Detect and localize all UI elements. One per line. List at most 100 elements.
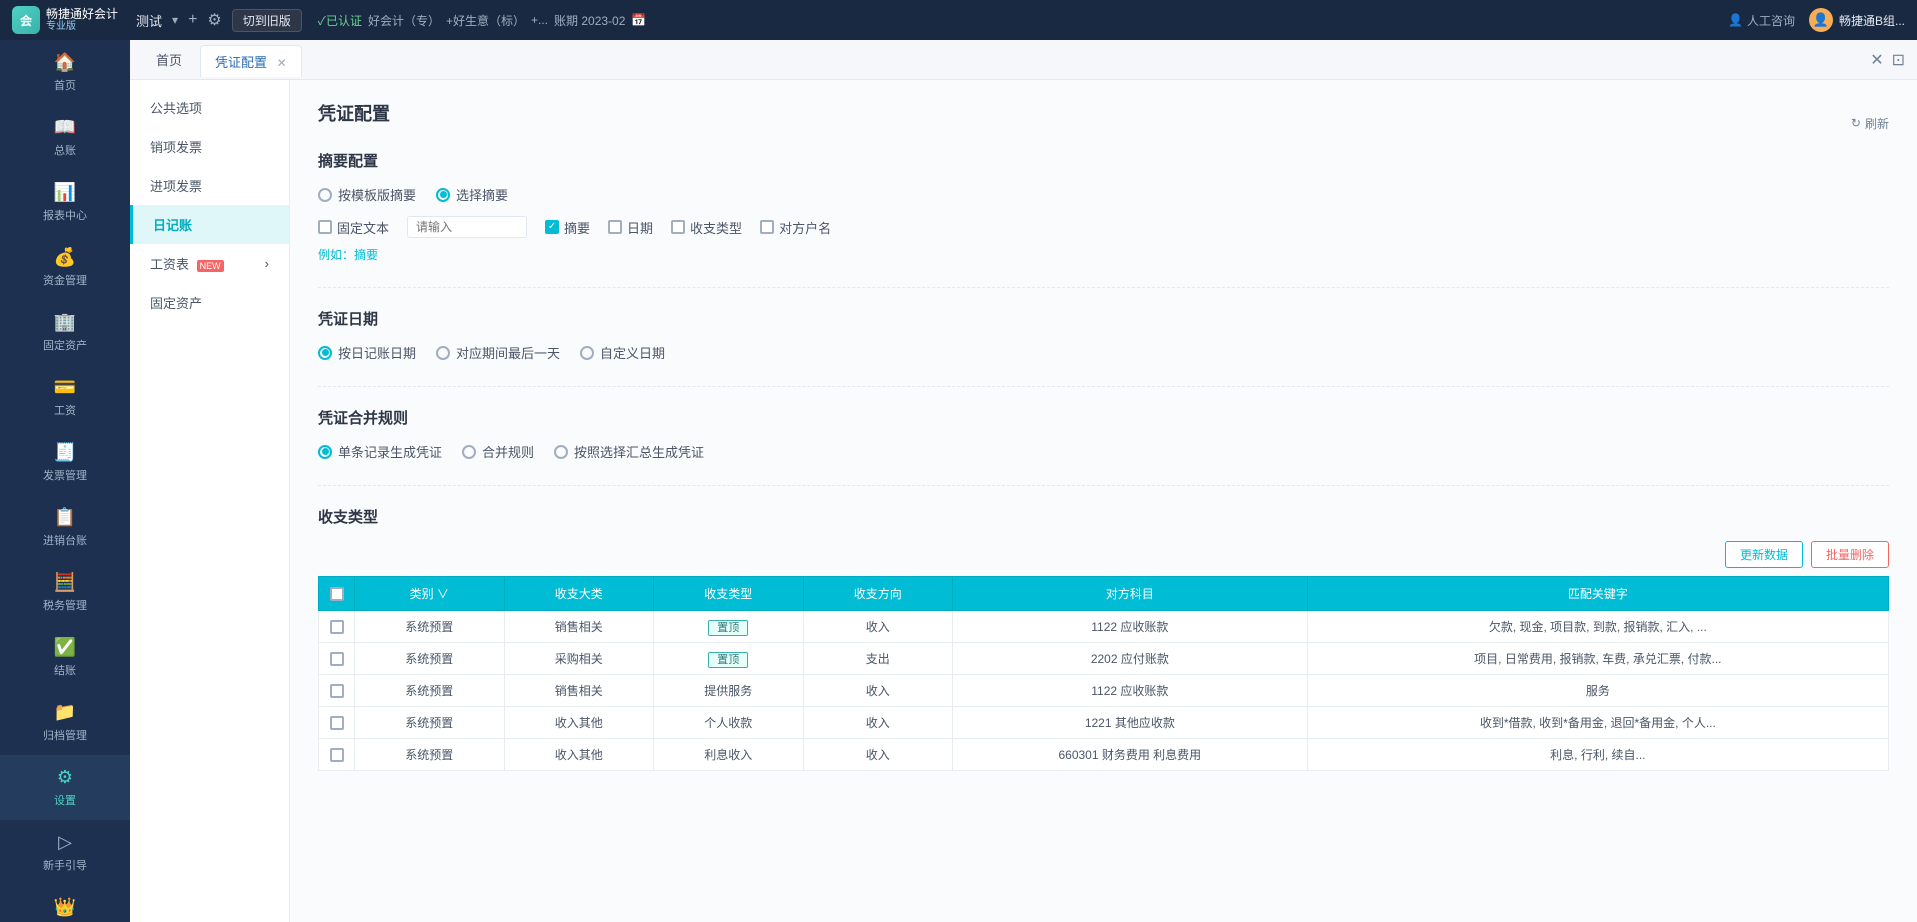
checkbox-date[interactable]: 日期: [608, 218, 653, 237]
checkbox-fixed-text[interactable]: 固定文本: [318, 218, 389, 237]
sidebar-label-guide: 新手引导: [43, 857, 87, 873]
checkbox-counterpart[interactable]: 对方户名: [760, 218, 831, 237]
table-row: 系统预置 销售相关 置顶 收入 1122 应收账款 欠款, 现金, 项目款, 到…: [319, 611, 1889, 643]
radio-selected-summary[interactable]: 按照选择汇总生成凭证: [554, 442, 704, 461]
sidebar-item-home[interactable]: 🏠 首页: [0, 40, 130, 105]
row-keywords-0: 欠款, 现金, 项目款, 到款, 报销款, 汇入, ...: [1307, 611, 1888, 643]
income-table-title: 收支类型: [318, 506, 1889, 527]
page-top: 凭证配置 ↻ 刷新: [318, 100, 1889, 146]
sidebar-item-reports[interactable]: 📊 报表中心: [0, 170, 130, 235]
sidebar-item-guide[interactable]: ▷ 新手引导: [0, 820, 130, 885]
sidebar-item-member[interactable]: 👑 畅会员: [0, 885, 130, 922]
table-row: 系统预置 采购相关 置顶 支出 2202 应付账款 项目, 日常费用, 报销款,…: [319, 643, 1889, 675]
left-nav-purchase-invoice[interactable]: 进项发票: [130, 166, 289, 205]
table-row: 系统预置 销售相关 提供服务 收入 1122 应收账款 服务: [319, 675, 1889, 707]
assets-icon: 🏢: [54, 312, 76, 333]
sidebar-label-settings: 设置: [54, 792, 76, 808]
sidebar-item-invoice[interactable]: 🧾 发票管理: [0, 430, 130, 495]
window-close-button[interactable]: ✕: [1870, 50, 1883, 70]
left-nav-fixed-assets[interactable]: 固定资产: [130, 283, 289, 322]
summary-section: 摘要配置 按模板版摘要 选择摘要: [318, 150, 1889, 263]
row-check-3[interactable]: [330, 716, 344, 730]
left-nav-public[interactable]: 公共选项: [130, 88, 289, 127]
tax-icon: 🧮: [54, 572, 76, 593]
radio-custom-date[interactable]: 自定义日期: [580, 343, 665, 362]
sidebar-item-assets[interactable]: 🏢 固定资产: [0, 300, 130, 365]
dropdown-arrow-icon[interactable]: ▾: [172, 13, 178, 27]
switch-version-button[interactable]: 切到旧版: [232, 9, 302, 32]
row-checkbox-2[interactable]: [319, 675, 355, 707]
row-check-1[interactable]: [330, 652, 344, 666]
row-check-4[interactable]: [330, 748, 344, 762]
left-nav-sales-invoice[interactable]: 销项发票: [130, 127, 289, 166]
radio-period-last-day[interactable]: 对应期间最后一天: [436, 343, 560, 362]
checkbox-summary[interactable]: 摘要: [545, 218, 590, 237]
salary-icon: 💳: [54, 377, 76, 398]
row-check-2[interactable]: [330, 684, 344, 698]
th-direction: 收支方向: [803, 577, 953, 611]
row-direction-3: 收入: [803, 707, 953, 739]
row-type-0: 置顶: [654, 611, 804, 643]
sidebar-label-close: 结账: [54, 662, 76, 678]
checkbox-counterpart-box: [760, 220, 774, 234]
row-check-0[interactable]: [330, 620, 344, 634]
user-menu[interactable]: 👤 畅捷通B组...: [1809, 8, 1905, 32]
radio-select-summary[interactable]: 选择摘要: [436, 185, 508, 204]
merge-rules-radio-group: 单条记录生成凭证 合并规则 按照选择汇总生成凭证: [318, 442, 1889, 461]
refresh-button[interactable]: ↻ 刷新: [1851, 115, 1889, 132]
tab-close-icon[interactable]: ✕: [277, 56, 287, 70]
row-checkbox-1[interactable]: [319, 643, 355, 675]
sidebar-item-funds[interactable]: 💰 资金管理: [0, 235, 130, 300]
row-checkbox-0[interactable]: [319, 611, 355, 643]
radio-custom-circle: [580, 346, 594, 360]
checkbox-payment-type[interactable]: 收支类型: [671, 218, 742, 237]
income-table-section: 收支类型 更新数据 批量删除 类别: [318, 506, 1889, 771]
help-button[interactable]: 👤 人工咨询: [1728, 12, 1795, 29]
settings-button[interactable]: ⚙: [207, 10, 221, 30]
row-keywords-1: 项目, 日常费用, 报销款, 车费, 承兑汇票, 付款...: [1307, 643, 1888, 675]
select-all-checkbox[interactable]: [330, 587, 344, 601]
row-category-2: 系统预置: [355, 675, 505, 707]
th-account: 对方科目: [953, 577, 1308, 611]
radio-template-summary[interactable]: 按模板版摘要: [318, 185, 416, 204]
company-name: 测试: [136, 11, 162, 30]
row-checkbox-4[interactable]: [319, 739, 355, 771]
radio-single-record[interactable]: 单条记录生成凭证: [318, 442, 442, 461]
sidebar-item-archive[interactable]: 📁 归档管理: [0, 690, 130, 755]
add-button[interactable]: +: [188, 11, 197, 29]
sidebar-item-salary[interactable]: 💳 工资: [0, 365, 130, 430]
update-data-button[interactable]: 更新数据: [1725, 541, 1803, 568]
fixed-text-input[interactable]: [407, 216, 527, 238]
sidebar-item-close[interactable]: ✅ 结账: [0, 625, 130, 690]
th-type: 收支类型: [654, 577, 804, 611]
radio-select-circle: [436, 188, 450, 202]
radio-journal-date[interactable]: 按日记账日期: [318, 343, 416, 362]
row-category-0: 系统预置: [355, 611, 505, 643]
sidebar-label-purchase: 进销台账: [43, 532, 87, 548]
sidebar-item-purchase[interactable]: 📋 进销台账: [0, 495, 130, 560]
left-nav-journal[interactable]: 日记账: [130, 205, 289, 244]
radio-merge-rule[interactable]: 合并规则: [462, 442, 534, 461]
merge-rules-section: 凭证合并规则 单条记录生成凭证 合并规则 按照选择汇总生成凭证: [318, 407, 1889, 461]
tab-home[interactable]: 首页: [142, 44, 196, 75]
invoice-icon: 🧾: [54, 442, 76, 463]
row-checkbox-3[interactable]: [319, 707, 355, 739]
sidebar-item-ledger[interactable]: 📖 总账: [0, 105, 130, 170]
tab-voucher-config[interactable]: 凭证配置 ✕: [200, 45, 302, 77]
tab-bar-right: ✕ ⊡: [1870, 50, 1905, 70]
sidebar-item-tax[interactable]: 🧮 税务管理: [0, 560, 130, 625]
content-area: 首页 凭证配置 ✕ ✕ ⊡ 公共选项 销项发票 进项发: [130, 40, 1917, 922]
radio-journal-circle: [318, 346, 332, 360]
left-nav-payroll[interactable]: 工资表 NEW ›: [130, 244, 289, 283]
type-tag-0[interactable]: 置顶: [708, 620, 748, 636]
certified-tag: ✓已认证: [318, 12, 362, 29]
row-category-1: 系统预置: [355, 643, 505, 675]
radio-period-circle: [436, 346, 450, 360]
calendar-icon[interactable]: 📅: [631, 13, 646, 27]
window-expand-button[interactable]: ⊡: [1892, 50, 1905, 70]
sidebar-item-settings[interactable]: ⚙ 设置: [0, 755, 130, 820]
batch-delete-button[interactable]: 批量删除: [1811, 541, 1889, 568]
th-checkbox[interactable]: [319, 577, 355, 611]
summary-title: 摘要配置: [318, 150, 1889, 171]
type-tag-1[interactable]: 置顶: [708, 652, 748, 668]
